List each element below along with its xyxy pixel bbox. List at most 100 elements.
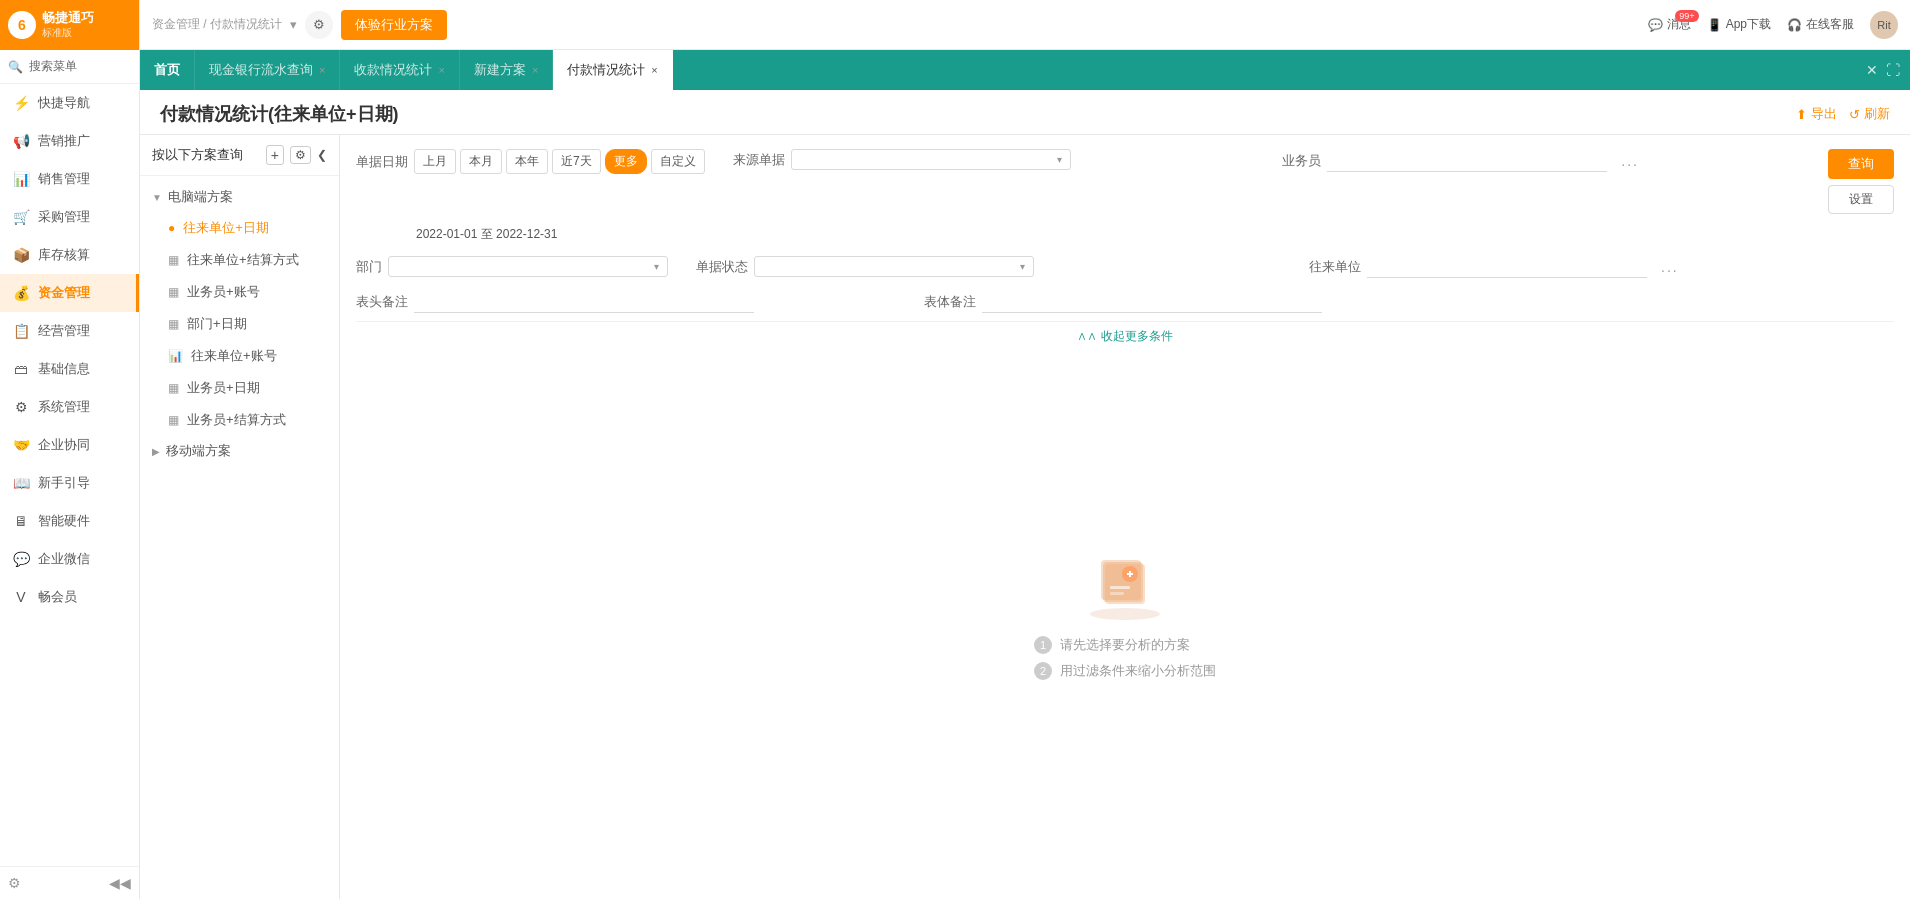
header-settings-btn[interactable]: ⚙	[305, 11, 333, 39]
tab-close-all-icon[interactable]: ✕	[1866, 62, 1878, 78]
set-btn[interactable]: 设置	[1828, 185, 1894, 214]
sidebar-item-hardware[interactable]: 🖥 智能硬件	[0, 502, 139, 540]
scheme-collapse-btn[interactable]: ❮	[317, 148, 327, 162]
source-label: 来源单据	[733, 151, 785, 169]
funds-icon: 💰	[12, 284, 30, 302]
collapse-filter-btn[interactable]: ∧∧ 收起更多条件	[356, 321, 1894, 351]
sidebar-item-label: 畅会员	[38, 588, 77, 606]
export-btn[interactable]: ⬆ 导出	[1796, 105, 1837, 123]
tab-home[interactable]: 首页	[140, 50, 195, 90]
scheme-item-partner-settle[interactable]: ▦ 往来单位+结算方式	[148, 244, 339, 276]
scheme-item-partner-account[interactable]: 📊 往来单位+账号	[148, 340, 339, 372]
avatar[interactable]: Rit	[1870, 11, 1898, 39]
table-icon: ▦	[168, 317, 179, 331]
table-icon: ▦	[168, 413, 179, 427]
tab-receipt[interactable]: 收款情况统计 ×	[340, 50, 459, 90]
date-btn-this-year[interactable]: 本年	[506, 149, 548, 174]
scheme-item-label: 业务员+账号	[187, 283, 260, 301]
date-btn-more[interactable]: 更多	[605, 149, 647, 174]
sidebar-item-label: 营销推广	[38, 132, 90, 150]
tab-cash[interactable]: 现金银行流水查询 ×	[195, 50, 340, 90]
sidebar-item-funds[interactable]: 💰 资金管理	[0, 274, 139, 312]
date-btn-this-month[interactable]: 本月	[460, 149, 502, 174]
scheme-item-partner-date[interactable]: ● 往来单位+日期	[148, 212, 339, 244]
search-menu[interactable]: 🔍 搜索菜单	[0, 50, 139, 84]
search-menu-label: 搜索菜单	[29, 58, 77, 75]
scheme-add-btn[interactable]: +	[266, 145, 284, 165]
table-icon: ▦	[168, 285, 179, 299]
tab-new-close[interactable]: ×	[532, 64, 538, 76]
app-download-item[interactable]: 📱 App下载	[1707, 16, 1771, 33]
sidebar-item-stock[interactable]: 📦 库存核算	[0, 236, 139, 274]
scheme-item-staff-date[interactable]: ▦ 业务员+日期	[148, 372, 339, 404]
header-note-input[interactable]	[414, 290, 754, 313]
service-item[interactable]: 🎧 在线客服	[1787, 16, 1854, 33]
body-note-input[interactable]	[982, 290, 1322, 313]
message-item[interactable]: 💬 消息 99+	[1648, 16, 1691, 33]
scheme-item-dept-date[interactable]: ▦ 部门+日期	[148, 308, 339, 340]
scheme-group-mobile-header[interactable]: ▶ 移动端方案	[140, 436, 339, 466]
dept-select[interactable]: ▾	[388, 256, 668, 277]
service-icon: 🎧	[1787, 18, 1802, 32]
sidebar-item-wechat[interactable]: 💬 企业微信	[0, 540, 139, 578]
tab-home-label: 首页	[154, 61, 180, 79]
tab-maximize-icon[interactable]: ⛶	[1886, 62, 1900, 78]
table-icon: ▦	[168, 253, 179, 267]
hint-num-1: 1	[1034, 636, 1052, 654]
dropdown-icon[interactable]: ▾	[290, 17, 297, 32]
marketing-icon: 📢	[12, 132, 30, 150]
tab-receipt-close[interactable]: ×	[438, 64, 444, 76]
staff-more-btn[interactable]: ...	[1621, 153, 1639, 169]
scheme-item-staff-settle[interactable]: ▦ 业务员+结算方式	[148, 404, 339, 436]
staff-input[interactable]	[1327, 149, 1607, 172]
message-icon: 💬	[1648, 18, 1663, 32]
sidebar-item-label: 库存核算	[38, 246, 90, 264]
service-label: 在线客服	[1806, 16, 1854, 33]
message-badge: 99+	[1675, 10, 1698, 22]
sidebar-item-base[interactable]: 🗃 基础信息	[0, 350, 139, 388]
header-right: 💬 消息 99+ 📱 App下载 🎧 在线客服 Rit	[1648, 11, 1898, 39]
scheme-group-desktop-items: ● 往来单位+日期 ▦ 往来单位+结算方式 ▦ 业务员+账号	[140, 212, 339, 436]
scheme-header-actions: + ⚙ ❮	[266, 145, 327, 165]
date-btn-7days[interactable]: 近7天	[552, 149, 601, 174]
tab-payment[interactable]: 付款情况统计 ×	[553, 50, 672, 90]
source-select[interactable]: ▾	[791, 149, 1071, 170]
tab-new[interactable]: 新建方案 ×	[460, 50, 553, 90]
sidebar-item-purchase[interactable]: 🛒 采购管理	[0, 198, 139, 236]
date-btn-last-month[interactable]: 上月	[414, 149, 456, 174]
scheme-settings-btn[interactable]: ⚙	[290, 146, 311, 164]
scheme-group-desktop-header[interactable]: ▼ 电脑端方案	[140, 182, 339, 212]
collapse-sidebar-icon[interactable]: ◀◀	[109, 875, 131, 891]
partner-input[interactable]	[1367, 255, 1647, 278]
avatar-text: Rit	[1877, 19, 1890, 31]
tab-payment-close[interactable]: ×	[651, 64, 657, 76]
table-icon: ▦	[168, 381, 179, 395]
scheme-item-staff-account[interactable]: ▦ 业务员+账号	[148, 276, 339, 308]
sidebar-item-system[interactable]: ⚙ 系统管理	[0, 388, 139, 426]
sidebar-item-sales[interactable]: 📊 销售管理	[0, 160, 139, 198]
sidebar-branding: 畅捷通巧 标准版	[42, 10, 94, 40]
trial-btn[interactable]: 体验行业方案	[341, 10, 447, 40]
sidebar-item-shortcut[interactable]: ⚡ 快捷导航	[0, 84, 139, 122]
query-btn[interactable]: 查询	[1828, 149, 1894, 179]
settings-footer-icon[interactable]: ⚙	[8, 875, 21, 891]
sidebar-item-guide[interactable]: 📖 新手引导	[0, 464, 139, 502]
sidebar-subtitle: 标准版	[42, 26, 94, 40]
main-area: 资金管理 / 付款情况统计 ▾ ⚙ 体验行业方案 💬 消息 99+ 📱 App下…	[140, 0, 1910, 899]
export-label: 导出	[1811, 105, 1837, 123]
refresh-btn[interactable]: ↺ 刷新	[1849, 105, 1890, 123]
tab-cash-close[interactable]: ×	[319, 64, 325, 76]
sidebar-item-operation[interactable]: 📋 经营管理	[0, 312, 139, 350]
sidebar-item-member[interactable]: V 畅会员	[0, 578, 139, 616]
refresh-icon: ↺	[1849, 107, 1860, 122]
sidebar-item-enterprise[interactable]: 🤝 企业协同	[0, 426, 139, 464]
source-dropdown-icon: ▾	[1057, 154, 1062, 165]
date-btn-custom[interactable]: 自定义	[651, 149, 705, 174]
active-scheme-icon: ●	[168, 221, 175, 235]
system-icon: ⚙	[12, 398, 30, 416]
sidebar-item-marketing[interactable]: 📢 营销推广	[0, 122, 139, 160]
status-select[interactable]: ▾	[754, 256, 1034, 277]
sidebar-item-label: 经营管理	[38, 322, 90, 340]
date-btns: 上月 本月 本年 近7天 更多 自定义	[414, 149, 705, 174]
partner-more-btn[interactable]: ...	[1661, 259, 1679, 275]
